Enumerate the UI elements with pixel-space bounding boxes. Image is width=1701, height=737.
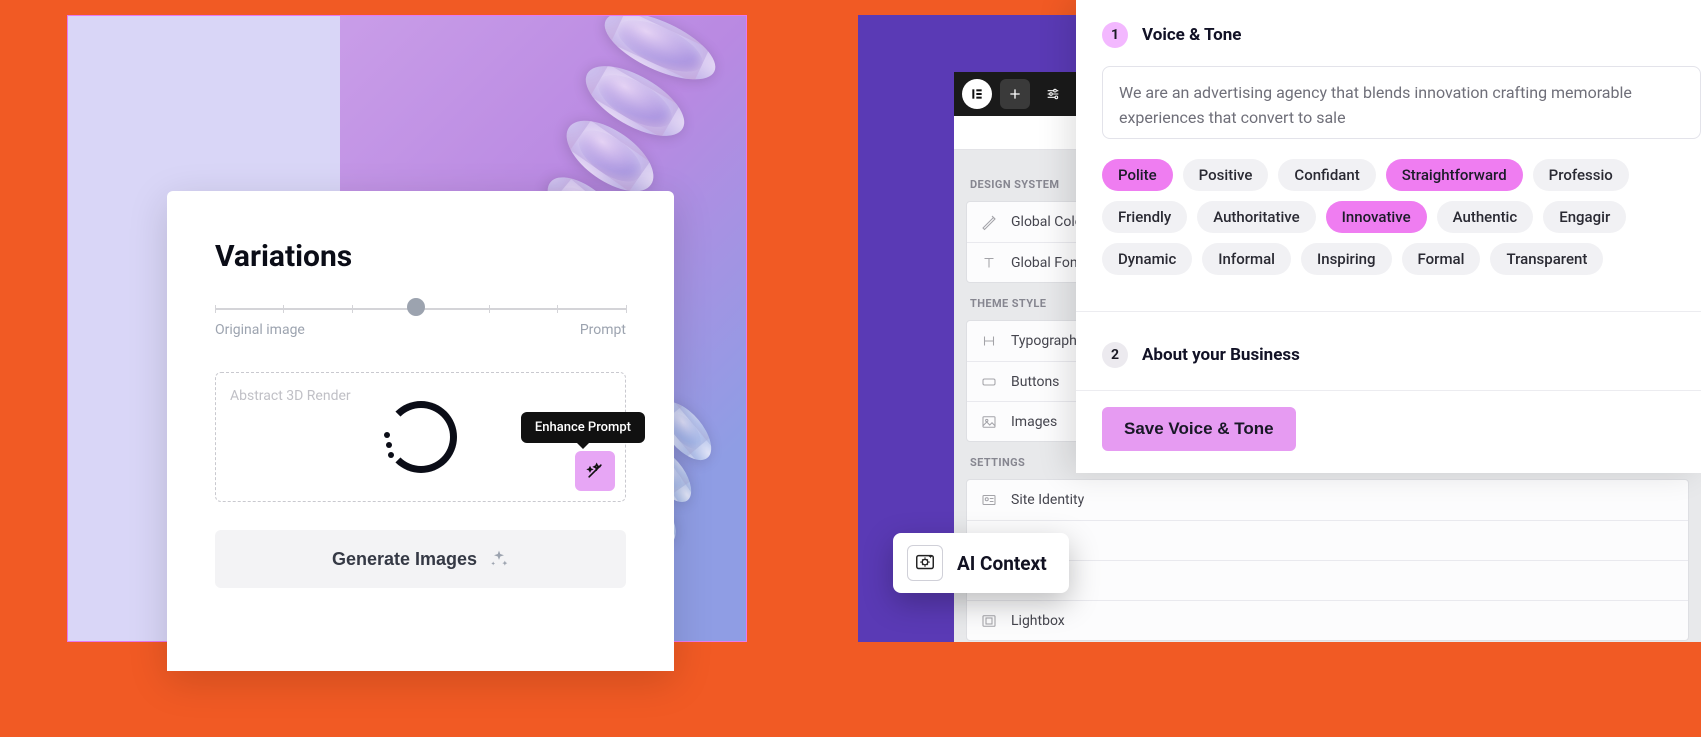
enhance-prompt-button[interactable] <box>575 451 615 491</box>
settings-list: Site Identity Layout Lightbox <box>966 479 1689 641</box>
ai-context-label: AI Context <box>957 552 1047 575</box>
sidebar-item-label: Typography <box>1011 333 1083 349</box>
tone-chip-inspiring[interactable]: Inspiring <box>1301 243 1392 275</box>
slider-thumb[interactable] <box>407 298 425 316</box>
sidebar-item-site-identity[interactable]: Site Identity <box>967 480 1688 520</box>
tone-chip-confidant[interactable]: Confidant <box>1278 159 1375 191</box>
tone-chip-authentic[interactable]: Authentic <box>1437 201 1534 233</box>
generate-images-button[interactable]: Generate Images <box>215 530 626 588</box>
settings-sliders-icon[interactable] <box>1038 79 1068 109</box>
variation-strength-slider[interactable] <box>215 302 626 316</box>
generate-button-label: Generate Images <box>332 549 477 570</box>
sidebar-item-label: Site Identity <box>1011 492 1084 508</box>
loading-spinner-icon <box>385 401 457 473</box>
sparkles-icon <box>489 549 509 569</box>
tone-chip-authoritative[interactable]: Authoritative <box>1197 201 1315 233</box>
enhance-prompt-tooltip: Enhance Prompt <box>521 412 645 443</box>
tone-chip-friendly[interactable]: Friendly <box>1102 201 1187 233</box>
slider-label-right: Prompt <box>580 322 626 338</box>
type-icon <box>979 253 999 273</box>
image-icon <box>979 412 999 432</box>
add-element-button[interactable] <box>1000 79 1030 109</box>
sidebar-item-label: Images <box>1011 414 1057 430</box>
sidebar-item-spacer <box>967 520 1688 560</box>
about-business-heading: About your Business <box>1142 345 1300 365</box>
step-badge-1: 1 <box>1102 22 1128 48</box>
voice-tone-heading: Voice & Tone <box>1142 25 1241 45</box>
button-icon <box>979 372 999 392</box>
prompt-placeholder: Abstract 3D Render <box>230 388 351 404</box>
tone-chip-innovative[interactable]: Innovative <box>1326 201 1427 233</box>
sidebar-item-layout[interactable]: Layout <box>967 560 1688 600</box>
tone-chip-informal[interactable]: Informal <box>1202 243 1291 275</box>
tone-chip-polite[interactable]: Polite <box>1102 159 1173 191</box>
magic-wand-icon <box>585 461 605 481</box>
slider-label-left: Original image <box>215 322 305 338</box>
left-panel: Variations Original image Prompt Abstrac… <box>67 15 747 642</box>
save-voice-tone-button[interactable]: Save Voice & Tone <box>1102 407 1296 451</box>
heading-icon <box>979 331 999 351</box>
variations-title: Variations <box>215 239 626 274</box>
tone-chip-engagir[interactable]: Engagir <box>1543 201 1626 233</box>
sidebar-item-lightbox[interactable]: Lightbox <box>967 600 1688 640</box>
voice-tone-panel: 1 Voice & Tone We are an advertising age… <box>1076 0 1701 473</box>
variations-card: Variations Original image Prompt Abstrac… <box>167 191 674 671</box>
tone-chip-dynamic[interactable]: Dynamic <box>1102 243 1192 275</box>
tone-chip-professio[interactable]: Professio <box>1533 159 1629 191</box>
tone-chip-group: Polite Positive Confidant Straightforward Pr… <box>1102 159 1701 275</box>
step-badge-2: 2 <box>1102 342 1128 368</box>
ai-context-chip[interactable]: AI Context <box>893 533 1069 593</box>
sidebar-item-label: Lightbox <box>1011 613 1065 629</box>
id-card-icon <box>979 490 999 510</box>
palette-icon <box>979 212 999 232</box>
tone-chip-straightforward[interactable]: Straightforward <box>1386 159 1523 191</box>
tone-chip-formal[interactable]: Formal <box>1402 243 1481 275</box>
prompt-textarea[interactable]: Abstract 3D Render Enhance Prompt <box>215 372 626 502</box>
lightbox-icon <box>979 611 999 631</box>
elementor-logo-icon[interactable] <box>962 79 992 109</box>
tone-chip-transparent[interactable]: Transparent <box>1490 243 1603 275</box>
tone-chip-positive[interactable]: Positive <box>1183 159 1269 191</box>
ai-context-icon <box>907 545 943 581</box>
sidebar-item-label: Buttons <box>1011 374 1059 390</box>
voice-tone-description-input[interactable]: We are an advertising agency that blends… <box>1102 66 1701 139</box>
